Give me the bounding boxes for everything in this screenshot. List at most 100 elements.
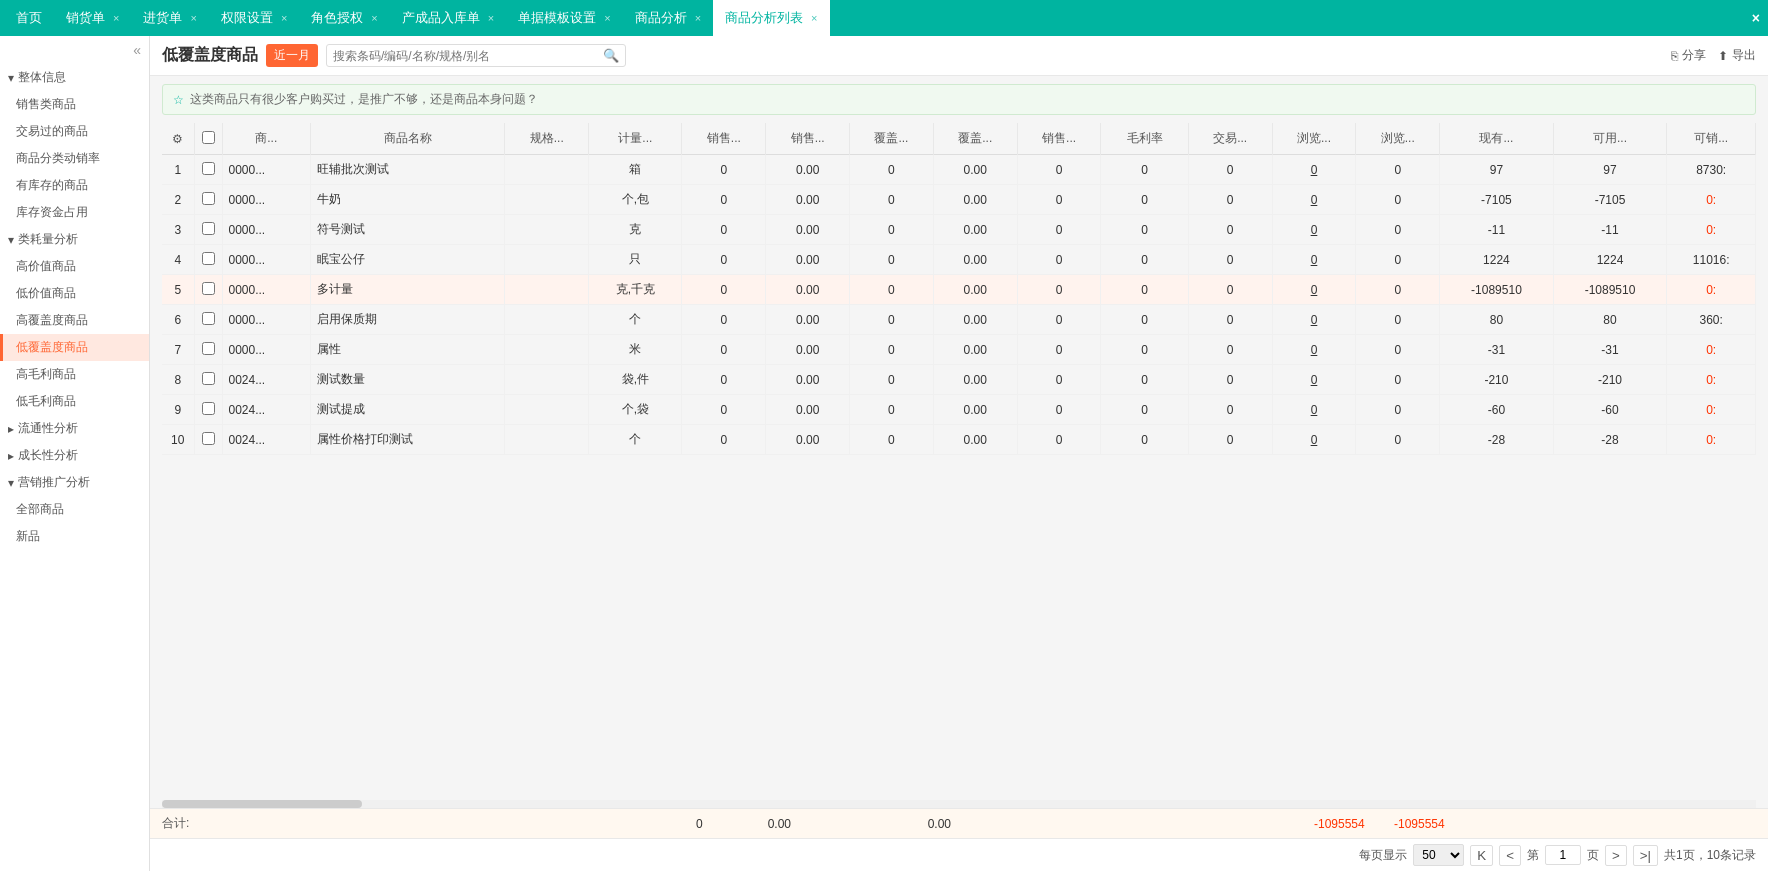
sidebar-section-flow[interactable]: ▸ 流通性分析 — [0, 415, 149, 442]
cell-check[interactable] — [194, 155, 222, 185]
nav-analysis[interactable]: 商品分析 × — [623, 0, 713, 36]
pagination-prev-button[interactable]: < — [1499, 845, 1521, 866]
cell-trade: 0 — [1188, 365, 1272, 395]
row-checkbox[interactable] — [202, 282, 215, 295]
sidebar-item-low-margin[interactable]: 低毛利商品 — [0, 388, 149, 415]
cell-browse1[interactable]: 0 — [1272, 245, 1356, 275]
footer-available: -1095554 — [1379, 817, 1459, 831]
cell-cover2: 0.00 — [933, 245, 1017, 275]
cell-num: 9 — [162, 395, 194, 425]
sidebar-section-overview[interactable]: ▾ 整体信息 — [0, 64, 149, 91]
cell-browse1[interactable]: 0 — [1272, 215, 1356, 245]
sidebar-item-stocked-goods[interactable]: 有库存的商品 — [0, 172, 149, 199]
cell-browse1[interactable]: 0 — [1272, 275, 1356, 305]
nav-product-entry[interactable]: 产成品入库单 × — [390, 0, 506, 36]
cell-check[interactable] — [194, 215, 222, 245]
col-settings-header[interactable]: ⚙ — [162, 123, 194, 155]
sidebar-item-low-value[interactable]: 低价值商品 — [0, 280, 149, 307]
cell-check[interactable] — [194, 185, 222, 215]
cell-check[interactable] — [194, 395, 222, 425]
search-icon[interactable]: 🔍 — [603, 48, 619, 63]
cell-check[interactable] — [194, 425, 222, 455]
pagination-pagesize-label: 每页显示 — [1359, 847, 1407, 864]
pagination-next-button[interactable]: > — [1605, 845, 1627, 866]
cell-browse2: 0 — [1356, 425, 1440, 455]
nav-home[interactable]: 首页 — [4, 0, 54, 36]
sidebar-section-consumption[interactable]: ▾ 类耗量分析 — [0, 226, 149, 253]
nav-sales-close[interactable]: × — [113, 12, 119, 24]
cell-browse1[interactable]: 0 — [1272, 365, 1356, 395]
sidebar-section-marketing[interactable]: ▾ 营销推广分析 — [0, 469, 149, 496]
sidebar-item-low-coverage[interactable]: 低覆盖度商品 — [0, 334, 149, 361]
nav-purchase[interactable]: 进货单 × — [131, 0, 208, 36]
row-checkbox[interactable] — [202, 192, 215, 205]
cell-browse1[interactable]: 0 — [1272, 425, 1356, 455]
sidebar-item-traded-goods[interactable]: 交易过的商品 — [0, 118, 149, 145]
scrollbar-thumb[interactable] — [162, 800, 362, 808]
table-wrapper[interactable]: ⚙ 商... 商品名称 规格... 计量... 销售... 销售... 覆盖..… — [162, 123, 1756, 800]
nav-template-close[interactable]: × — [604, 12, 610, 24]
horizontal-scrollbar[interactable] — [162, 800, 1756, 808]
pagination-first-button[interactable]: K — [1470, 845, 1493, 866]
sidebar-item-all-goods[interactable]: 全部商品 — [0, 496, 149, 523]
cell-browse1[interactable]: 0 — [1272, 395, 1356, 425]
nav-purchase-close[interactable]: × — [190, 12, 196, 24]
cell-spec — [505, 425, 589, 455]
sidebar-item-new-goods[interactable]: 新品 — [0, 523, 149, 550]
pagination-last-button[interactable]: >| — [1633, 845, 1658, 866]
cell-browse1[interactable]: 0 — [1272, 305, 1356, 335]
cell-num: 2 — [162, 185, 194, 215]
sidebar-item-sales-goods[interactable]: 销售类商品 — [0, 91, 149, 118]
row-checkbox[interactable] — [202, 222, 215, 235]
cell-browse1[interactable]: 0 — [1272, 335, 1356, 365]
search-input[interactable] — [333, 49, 599, 63]
sidebar-section-growth[interactable]: ▸ 成长性分析 — [0, 442, 149, 469]
cell-name: 启用保质期 — [311, 305, 505, 335]
date-filter-button[interactable]: 近一月 — [266, 44, 318, 67]
export-button[interactable]: ⬆ 导出 — [1718, 47, 1756, 64]
select-all-checkbox[interactable] — [202, 131, 215, 144]
cell-unit: 箱 — [589, 155, 682, 185]
sidebar-collapse-button[interactable]: « — [0, 36, 149, 64]
cell-check[interactable] — [194, 335, 222, 365]
nav-sales[interactable]: 销货单 × — [54, 0, 131, 36]
nav-product-entry-close[interactable]: × — [488, 12, 494, 24]
row-checkbox[interactable] — [202, 432, 215, 445]
cell-gross: 0 — [1101, 425, 1188, 455]
nav-analysis-close[interactable]: × — [695, 12, 701, 24]
row-checkbox[interactable] — [202, 162, 215, 175]
cell-browse1[interactable]: 0 — [1272, 185, 1356, 215]
row-checkbox[interactable] — [202, 342, 215, 355]
cell-gross: 0 — [1101, 365, 1188, 395]
sidebar-item-high-value[interactable]: 高价值商品 — [0, 253, 149, 280]
cell-check[interactable] — [194, 365, 222, 395]
window-close-icon[interactable]: × — [1752, 10, 1760, 26]
pagination-page-input[interactable] — [1545, 845, 1581, 865]
pagination-pagesize-select[interactable]: 50 20 100 — [1413, 844, 1464, 866]
cell-check[interactable] — [194, 305, 222, 335]
cell-browse1[interactable]: 0 — [1272, 155, 1356, 185]
nav-role-close[interactable]: × — [371, 12, 377, 24]
nav-template[interactable]: 单据模板设置 × — [506, 0, 622, 36]
cell-check[interactable] — [194, 245, 222, 275]
cell-code: 0000... — [222, 335, 311, 365]
sidebar-item-high-margin[interactable]: 高毛利商品 — [0, 361, 149, 388]
row-checkbox[interactable] — [202, 252, 215, 265]
col-sales3-header: 销售... — [1017, 123, 1101, 155]
nav-permission[interactable]: 权限设置 × — [209, 0, 299, 36]
nav-analysis-list-close[interactable]: × — [811, 12, 817, 24]
row-checkbox[interactable] — [202, 372, 215, 385]
row-checkbox[interactable] — [202, 312, 215, 325]
row-checkbox[interactable] — [202, 402, 215, 415]
sidebar-item-category-rate[interactable]: 商品分类动销率 — [0, 145, 149, 172]
nav-role[interactable]: 角色授权 × — [299, 0, 389, 36]
nav-analysis-list[interactable]: 商品分析列表 × — [713, 0, 829, 36]
share-button[interactable]: ⎘ 分享 — [1671, 47, 1706, 64]
cell-check[interactable] — [194, 275, 222, 305]
cell-cover2: 0.00 — [933, 185, 1017, 215]
sidebar-item-stock-capital[interactable]: 库存资金占用 — [0, 199, 149, 226]
cell-current: -60 — [1440, 395, 1554, 425]
cell-num: 7 — [162, 335, 194, 365]
nav-permission-close[interactable]: × — [281, 12, 287, 24]
sidebar-item-high-coverage[interactable]: 高覆盖度商品 — [0, 307, 149, 334]
